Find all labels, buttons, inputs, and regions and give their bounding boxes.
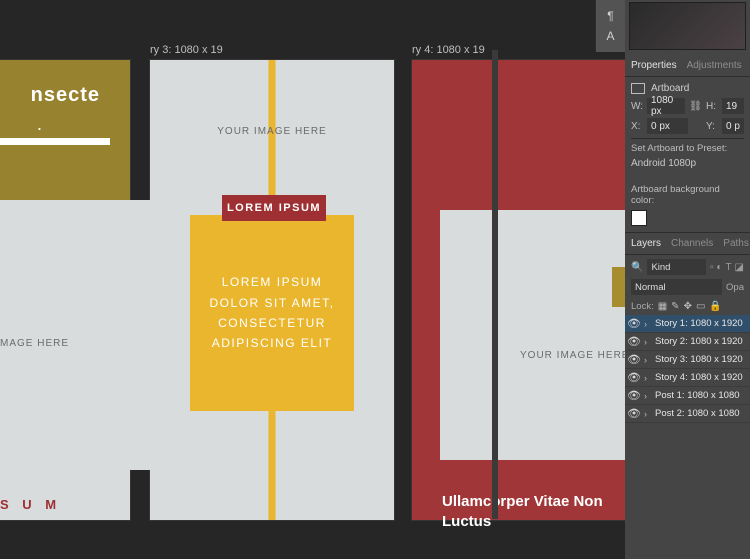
- lock-transparent-icon[interactable]: ▦: [658, 301, 667, 312]
- link-dimensions-icon[interactable]: ⛓: [689, 101, 702, 112]
- mini-tool-column[interactable]: ¶ A: [595, 0, 625, 52]
- navigator-thumbnail[interactable]: [629, 2, 746, 50]
- lock-artboard-icon[interactable]: ▭: [696, 301, 705, 312]
- glyphs-panel-icon[interactable]: A: [606, 30, 614, 42]
- bg-color-swatch[interactable]: [631, 210, 647, 226]
- width-label: W:: [631, 101, 643, 112]
- layer-item[interactable]: 👁 › Story 2: 1080 x 1920: [625, 333, 750, 351]
- heading-dot: .: [37, 114, 42, 135]
- scrollbar-vertical[interactable]: [492, 50, 498, 519]
- properties-panel: Artboard W: 1080 px ⛓ H: 19 X: 0 px Y: 0…: [625, 77, 750, 232]
- artboard-story-4[interactable]: YOUR IMAGE HERE Ullamcorper Vitae Non Lu…: [412, 60, 625, 520]
- twirl-icon[interactable]: ›: [644, 355, 650, 365]
- twirl-icon[interactable]: ›: [644, 391, 650, 401]
- layers-panel-tabs: Layers Channels Paths: [625, 232, 750, 255]
- properties-panel-tabs: Properties Adjustments: [625, 56, 750, 77]
- visibility-toggle[interactable]: 👁: [627, 335, 639, 348]
- tab-properties[interactable]: Properties: [631, 60, 677, 71]
- layer-item[interactable]: 👁 › Post 1: 1080 x 1080: [625, 387, 750, 405]
- artboard-label-3[interactable]: ry 3: 1080 x 19: [150, 44, 223, 56]
- y-label: Y:: [706, 121, 718, 132]
- artboard-title: Ullamcorper Vitae Non Luctus: [442, 492, 625, 533]
- width-field[interactable]: 1080 px: [647, 98, 685, 114]
- image-frame: [440, 210, 625, 460]
- x-label: X:: [631, 121, 643, 132]
- layer-list[interactable]: 👁 › Story 1: 1080 x 1920 👁 › Story 2: 1080…: [625, 315, 750, 559]
- artboard-type-icon: [631, 83, 645, 94]
- artboard-story-2[interactable]: nsecte . MAGE HERE S U M: [0, 60, 130, 520]
- tab-layers[interactable]: Layers: [631, 238, 661, 249]
- lock-pixels-icon[interactable]: ✎: [671, 301, 679, 312]
- visibility-toggle[interactable]: 👁: [627, 371, 639, 384]
- x-field[interactable]: 0 px: [647, 118, 688, 134]
- canvas-area[interactable]: nsecte . MAGE HERE S U M ry 3: 1080 x 19…: [0, 0, 625, 559]
- layer-item[interactable]: 👁 › Story 1: 1080 x 1920: [625, 315, 750, 333]
- visibility-toggle[interactable]: 👁: [627, 389, 639, 402]
- visibility-toggle[interactable]: 👁: [627, 407, 639, 420]
- artboard-story-3[interactable]: YOUR IMAGE HERE LOREM IPSUM DOLOR SIT AM…: [150, 60, 394, 520]
- filter-pixel-icon: ▫: [710, 262, 714, 273]
- filter-shape-icon: ◪: [735, 262, 744, 273]
- lock-position-icon[interactable]: ✥: [684, 301, 692, 312]
- layer-search-icon[interactable]: 🔍: [631, 262, 643, 273]
- layer-name[interactable]: Story 1: 1080 x 1920: [655, 318, 743, 329]
- image-placeholder-top: YOUR IMAGE HERE: [150, 126, 394, 137]
- lock-label: Lock:: [631, 301, 654, 312]
- layer-filter-dropdown[interactable]: Kind: [647, 259, 705, 275]
- twirl-icon[interactable]: ›: [644, 373, 650, 383]
- y-field[interactable]: 0 p: [722, 118, 744, 134]
- right-panel: Properties Adjustments Artboard W: 1080 …: [625, 0, 750, 559]
- twirl-icon[interactable]: ›: [644, 409, 650, 419]
- image-placeholder-label: YOUR IMAGE HERE: [520, 350, 625, 361]
- visibility-toggle[interactable]: 👁: [627, 353, 639, 366]
- lock-all-icon[interactable]: 🔒: [709, 301, 721, 312]
- height-field[interactable]: 19: [722, 98, 744, 114]
- layer-item[interactable]: 👁 › Story 4: 1080 x 1920: [625, 369, 750, 387]
- layer-item[interactable]: 👁 › Post 2: 1080 x 1080: [625, 405, 750, 423]
- yellow-text-card[interactable]: LOREM IPSUM DOLOR SIT AMET, CONSECTETUR …: [190, 215, 354, 411]
- white-bar: [0, 138, 110, 145]
- filter-type-icon: T: [725, 262, 731, 273]
- twirl-icon[interactable]: ›: [644, 337, 650, 347]
- opacity-label: Opa: [726, 282, 744, 293]
- tab-channels[interactable]: Channels: [671, 238, 713, 249]
- card-body-text: LOREM IPSUM DOLOR SIT AMET, CONSECTETUR …: [208, 272, 336, 354]
- visibility-toggle[interactable]: 👁: [627, 317, 639, 330]
- image-placeholder-label: MAGE HERE: [0, 338, 69, 349]
- filter-adjust-icon: ◐: [716, 262, 722, 273]
- layer-item[interactable]: 👁 › Story 3: 1080 x 1920: [625, 351, 750, 369]
- preset-label: Set Artboard to Preset:: [631, 143, 744, 154]
- red-tag[interactable]: LOREM IPSUM: [222, 195, 326, 221]
- gold-accent: [612, 267, 625, 307]
- bg-color-label: Artboard background color:: [631, 184, 744, 206]
- tab-paths[interactable]: Paths: [723, 238, 749, 249]
- artboard-label-4[interactable]: ry 4: 1080 x 19: [412, 44, 485, 56]
- paragraph-panel-icon[interactable]: ¶: [607, 10, 613, 22]
- object-type-label: Artboard: [651, 83, 689, 94]
- layer-name[interactable]: Story 2: 1080 x 1920: [655, 336, 743, 347]
- layer-name[interactable]: Story 4: 1080 x 1920: [655, 372, 743, 383]
- blend-mode-dropdown[interactable]: Normal: [631, 279, 722, 295]
- filter-type-icons[interactable]: ▫◐T ◪: [710, 262, 744, 273]
- layer-name[interactable]: Story 3: 1080 x 1920: [655, 354, 743, 365]
- preset-dropdown[interactable]: Android 1080p: [631, 158, 744, 176]
- layer-name[interactable]: Post 2: 1080 x 1080: [655, 408, 740, 419]
- height-label: H:: [706, 101, 718, 112]
- red-tag-label: LOREM IPSUM: [227, 202, 321, 214]
- twirl-icon[interactable]: ›: [644, 319, 650, 329]
- footer-fragment: S U M: [0, 497, 61, 512]
- heading-fragment: nsecte: [31, 84, 100, 107]
- tab-adjustments[interactable]: Adjustments: [687, 60, 742, 71]
- layer-name[interactable]: Post 1: 1080 x 1080: [655, 390, 740, 401]
